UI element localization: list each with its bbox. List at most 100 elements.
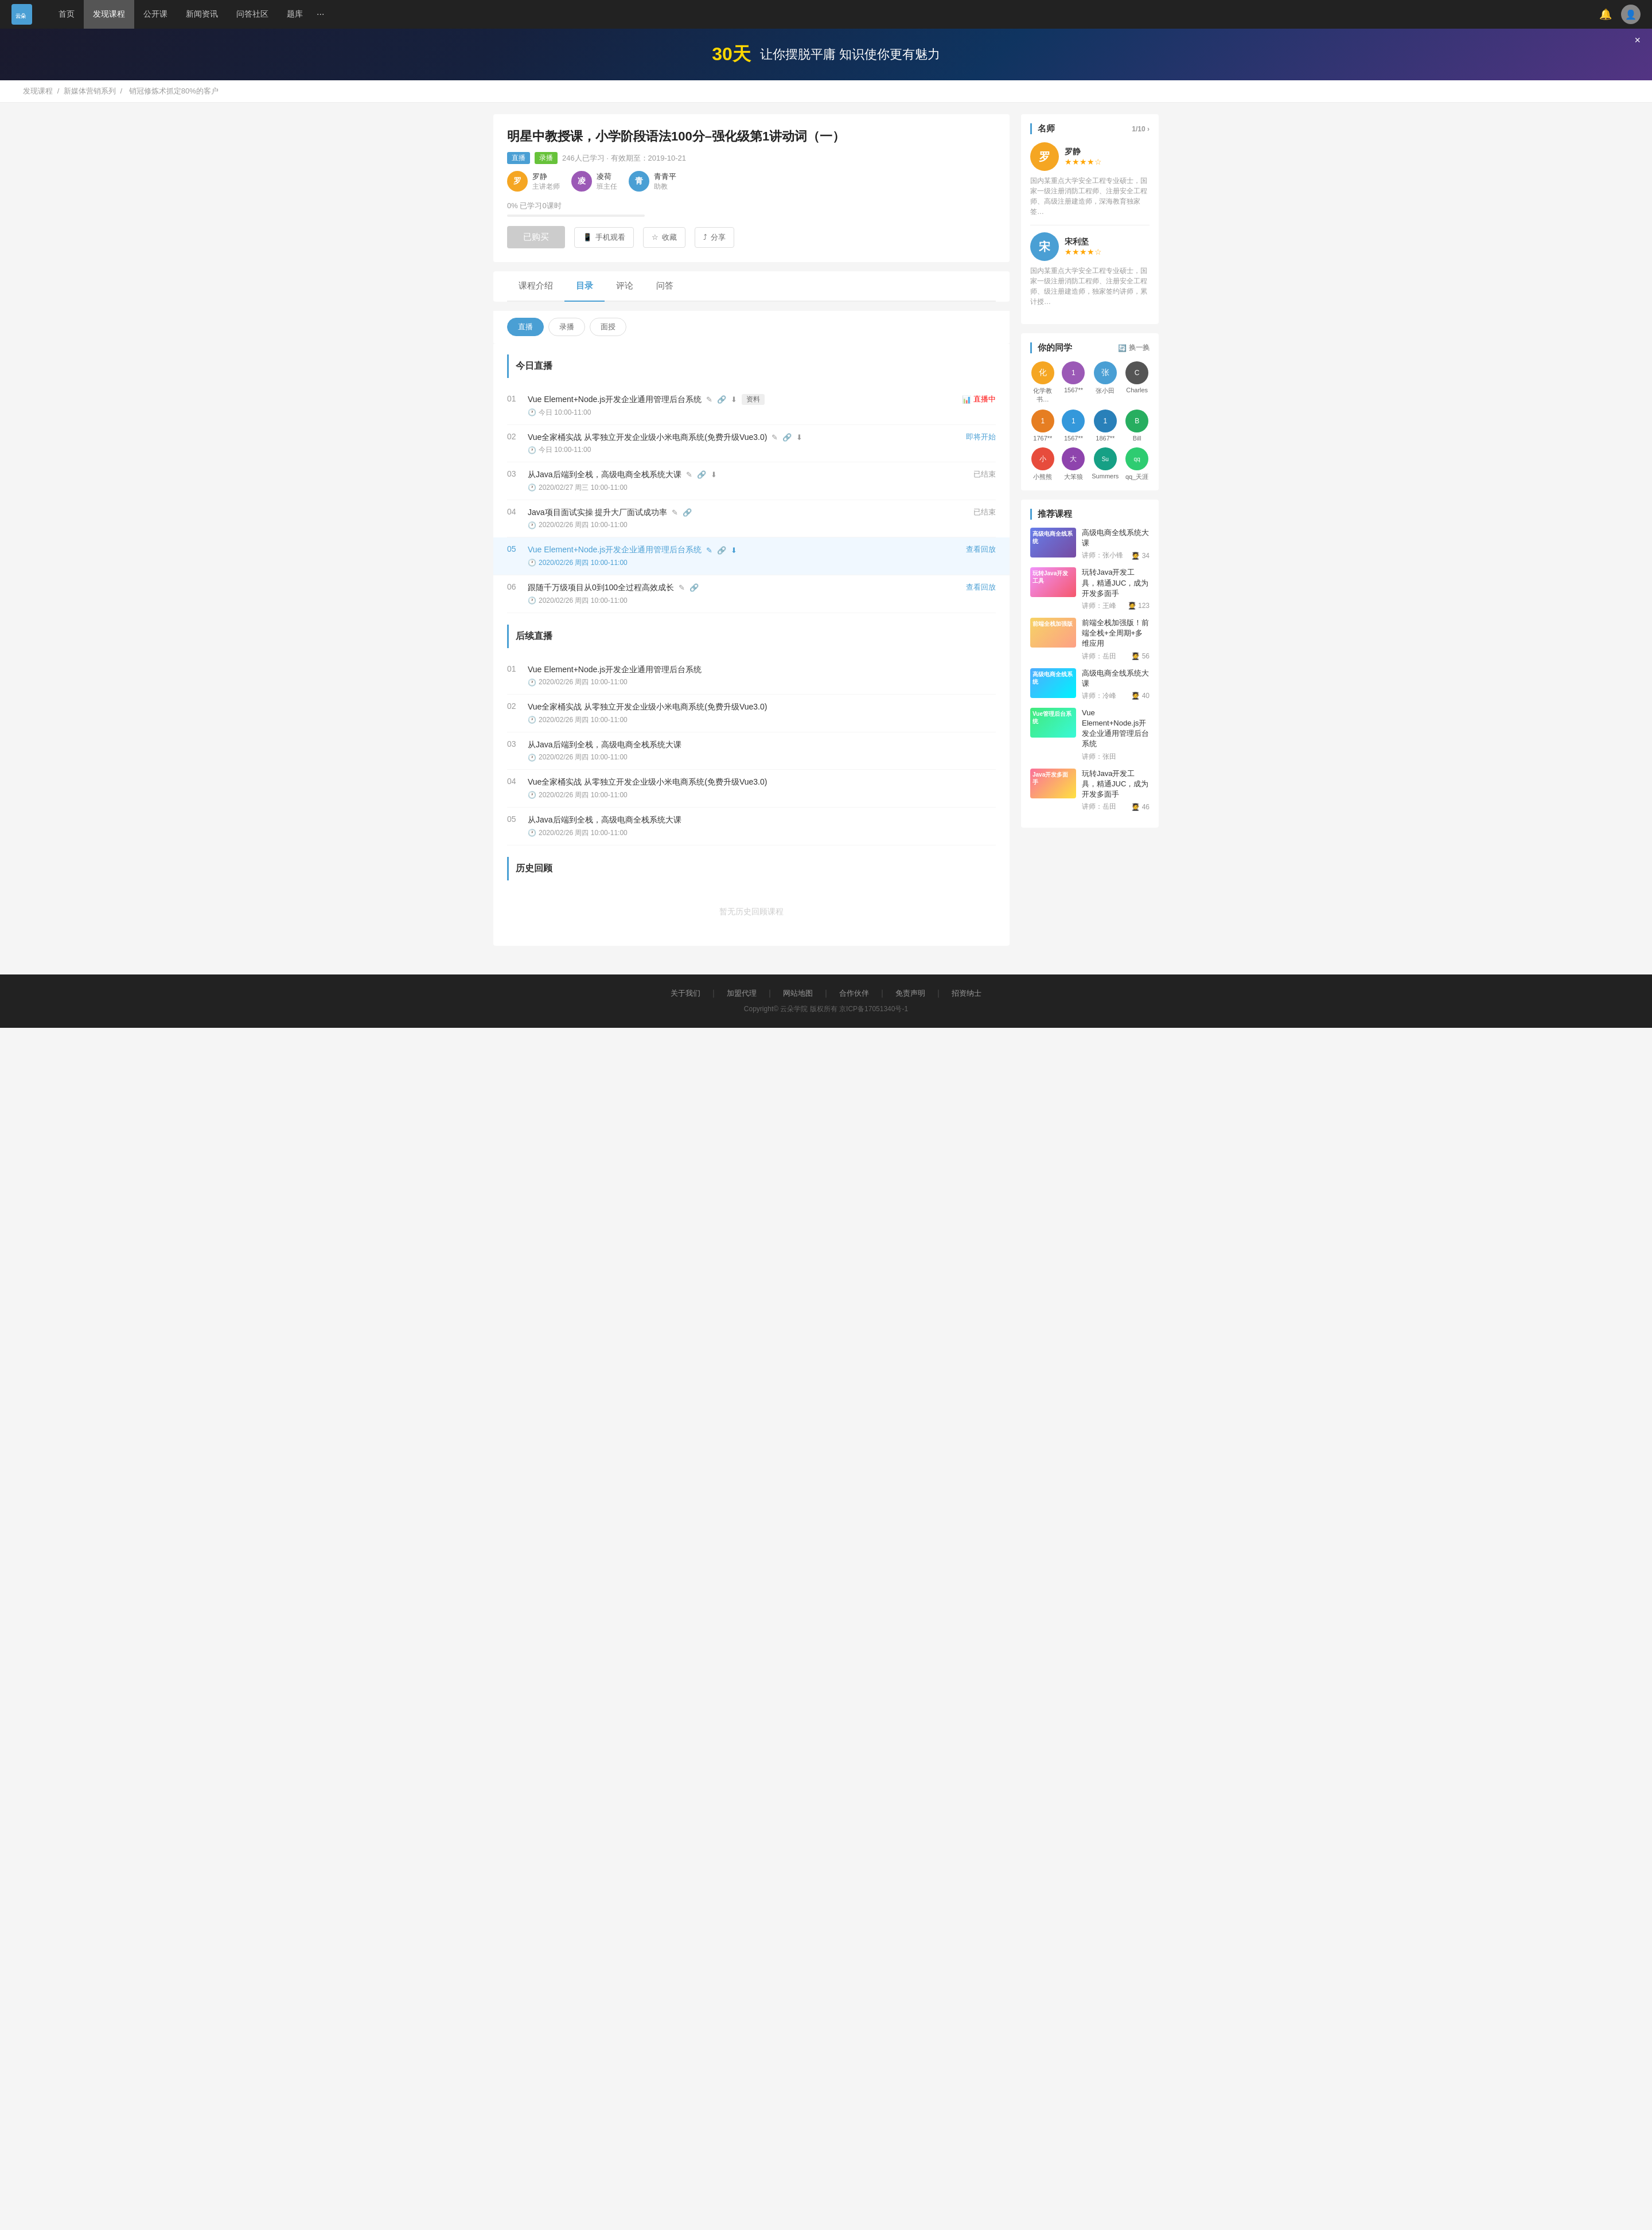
live-status-0[interactable]: 📊 直播中 [962, 394, 996, 404]
rec-title-0: 高级电商全线系统大课 [1082, 528, 1150, 548]
breadcrumb-link-1[interactable]: 新媒体营销系列 [64, 87, 116, 95]
course-tags: 直播 录播 246人已学习 · 有效期至：2019-10-21 [507, 152, 996, 164]
teachers-title: 名师 1/10 › [1030, 123, 1150, 134]
live-status-3: 已结束 [961, 507, 996, 517]
classmate-avatar-6: 1 [1094, 410, 1117, 432]
edit-icon-5[interactable]: ✎ [679, 583, 685, 592]
link-icon-1[interactable]: 🔗 [782, 433, 792, 442]
logo-icon: 云朵 [11, 4, 32, 25]
edit-icon-2[interactable]: ✎ [686, 470, 692, 479]
lesson-upcoming-2: 03 从Java后端到全栈，高级电商全栈系统大课 🕐2020/02/26 周四 … [507, 732, 996, 770]
user-avatar[interactable]: 👤 [1621, 5, 1641, 24]
teacher-info-2: 青青平 助教 [654, 171, 676, 192]
mobile-watch-button[interactable]: 📱 手机观看 [574, 227, 634, 248]
live-status-5[interactable]: 查看回放 [961, 582, 996, 592]
classmate-name-6: 1867** [1096, 435, 1115, 442]
link-icon-3[interactable]: 🔗 [683, 508, 692, 517]
link-icon-4[interactable]: 🔗 [717, 546, 726, 555]
rec-title-4: Vue Element+Node.js开发企业通用管理后台系统 [1082, 708, 1150, 750]
collect-button[interactable]: ☆ 收藏 [643, 227, 685, 248]
mobile-label: 手机观看 [595, 232, 625, 243]
teachers-nav[interactable]: 1/10 › [1132, 125, 1150, 133]
classmates-title: 你的同学 🔄 换一换 [1030, 342, 1150, 353]
link-icon-0[interactable]: 🔗 [717, 395, 726, 404]
tag-live: 直播 [507, 152, 530, 164]
classmate-6: 1 1867** [1092, 410, 1119, 442]
nav-discover[interactable]: 发现课程 [84, 0, 134, 29]
live-status-2: 已结束 [961, 469, 996, 479]
tab-qa[interactable]: 问答 [645, 271, 685, 302]
footer-link-0[interactable]: 关于我们 [671, 988, 700, 999]
bell-icon[interactable]: 🔔 [1599, 8, 1612, 21]
lesson-name-1: Vue全家桶实战 从零独立开发企业级小米电商系统(免费升级Vue3.0) [528, 432, 767, 443]
tabs-nav: 课程介绍 目录 评论 问答 [507, 271, 996, 302]
lesson-time-3: 🕐 2020/02/26 周四 10:00-11:00 [528, 520, 954, 530]
nav-more[interactable]: ··· [312, 0, 329, 29]
footer-link-2[interactable]: 网站地图 [783, 988, 813, 999]
classmate-1: 1 1567** [1061, 361, 1086, 404]
bought-button[interactable]: 已购买 [507, 226, 565, 248]
rec-course-2[interactable]: 前端全栈加强版 前端全栈加强版！前端全栈+全周期+多维应用 讲师：岳田 🧑‍🎓 … [1030, 618, 1150, 661]
lesson-upcoming-1: 02 Vue全家桶实战 从零独立开发企业级小米电商系统(免费升级Vue3.0) … [507, 695, 996, 732]
tab-intro[interactable]: 课程介绍 [507, 271, 564, 302]
share-button[interactable]: ⤴ 分享 [695, 227, 734, 248]
subtab-record[interactable]: 录播 [548, 318, 585, 336]
lesson-today-5: 06 跟随千万级项目从0到100全过程高效成长 ✎ 🔗 🕐 2020/02/26… [507, 575, 996, 613]
rec-course-4[interactable]: Vue管理后台系统 Vue Element+Node.js开发企业通用管理后台系… [1030, 708, 1150, 762]
sub-tabs: 直播 录播 面授 [493, 311, 1010, 343]
edit-icon-0[interactable]: ✎ [706, 395, 712, 404]
edit-icon-3[interactable]: ✎ [672, 508, 678, 517]
teacher-name-0: 罗静 [532, 171, 560, 182]
nav-open[interactable]: 公开课 [134, 0, 177, 29]
lesson-upcoming-0: 01 Vue Element+Node.js开发企业通用管理后台系统 🕐2020… [507, 657, 996, 695]
teacher-role-1: 班主任 [597, 182, 617, 192]
tab-toc[interactable]: 目录 [564, 271, 605, 302]
edit-icon-4[interactable]: ✎ [706, 546, 712, 555]
switch-btn[interactable]: 🔄 换一换 [1118, 343, 1150, 353]
edit-icon-1[interactable]: ✎ [772, 433, 778, 442]
link-icon-5[interactable]: 🔗 [689, 583, 699, 592]
rec-course-5[interactable]: Java开发多面手 玩转Java开发工具，精通JUC，成为开发多面手 讲师：岳田… [1030, 769, 1150, 812]
lesson-time-1: 🕐 今日 10:00-11:00 [528, 445, 954, 455]
progress-bar: 0% 已学习0课时 [507, 201, 996, 217]
download-icon-0[interactable]: ⬇ [731, 395, 737, 404]
teachers-row: 罗 罗静 主讲老师 凌 凌荷 班主任 [507, 171, 996, 192]
live-status-1[interactable]: 即将开始 [961, 432, 996, 442]
tab-comments[interactable]: 评论 [605, 271, 645, 302]
nav-qa[interactable]: 问答社区 [227, 0, 278, 29]
breadcrumb-link-0[interactable]: 发现课程 [23, 87, 53, 95]
lesson-today-0: 01 Vue Element+Node.js开发企业通用管理后台系统 ✎ 🔗 ⬇… [507, 387, 996, 425]
action-row: 已购买 📱 手机观看 ☆ 收藏 ⤴ 分享 [507, 226, 996, 248]
sidebar-right: 名师 1/10 › 罗 罗静 ★★★★☆ 国内某重点大学安全工程专业硕士，国家一… [1021, 114, 1159, 946]
rec-meta-0: 讲师：张小锋 🧑‍🎓 34 [1082, 551, 1150, 560]
main-tabs: 课程介绍 目录 评论 问答 [493, 271, 1010, 302]
lesson-info-1: Vue全家桶实战 从零独立开发企业级小米电商系统(免费升级Vue3.0) ✎ 🔗… [528, 432, 954, 455]
banner-close[interactable]: × [1634, 34, 1641, 46]
lesson-info-2: 从Java后端到全栈，高级电商全栈系统大课 ✎ 🔗 ⬇ 🕐 2020/02/27… [528, 469, 954, 493]
footer-link-4[interactable]: 免责声明 [895, 988, 925, 999]
nav-logo[interactable]: 云朵 [11, 4, 32, 25]
subtab-offline[interactable]: 面授 [590, 318, 626, 336]
footer-link-1[interactable]: 加盟代理 [727, 988, 757, 999]
lesson-num-0: 01 [507, 394, 521, 403]
footer-link-5[interactable]: 招资纳士 [952, 988, 981, 999]
download-icon-1[interactable]: ⬇ [796, 433, 802, 442]
download-icon-4[interactable]: ⬇ [731, 546, 737, 555]
nav-news[interactable]: 新闻资讯 [177, 0, 227, 29]
live-status-4[interactable]: 查看回放 [961, 544, 996, 555]
teacher-card-avatar-1: 宋 [1030, 232, 1059, 261]
rec-course-0[interactable]: 高级电商全线系统 高级电商全线系统大课 讲师：张小锋 🧑‍🎓 34 [1030, 528, 1150, 560]
classmate-7: B Bill [1124, 410, 1150, 442]
footer-link-3[interactable]: 合作伙伴 [839, 988, 869, 999]
link-icon-2[interactable]: 🔗 [697, 470, 706, 479]
rec-info-5: 玩转Java开发工具，精通JUC，成为开发多面手 讲师：岳田 🧑‍🎓 46 [1082, 769, 1150, 812]
subtab-live[interactable]: 直播 [507, 318, 544, 336]
rec-course-1[interactable]: 玩转Java开发工具 玩转Java开发工具，精通JUC，成为开发多面手 讲师：王… [1030, 567, 1150, 611]
nav-home[interactable]: 首页 [49, 0, 84, 29]
lesson-row-4: 05 Vue Element+Node.js开发企业通用管理后台系统 ✎ 🔗 ⬇… [507, 544, 996, 568]
download-icon-2[interactable]: ⬇ [711, 470, 717, 479]
nav-bank[interactable]: 题库 [278, 0, 312, 29]
rec-course-3[interactable]: 高级电商全线系统 高级电商全线系统大课 讲师：冷峰 🧑‍🎓 40 [1030, 668, 1150, 701]
lesson-info-5: 跟随千万级项目从0到100全过程高效成长 ✎ 🔗 🕐 2020/02/26 周四… [528, 582, 954, 606]
resource-badge-0[interactable]: 资料 [742, 394, 765, 405]
